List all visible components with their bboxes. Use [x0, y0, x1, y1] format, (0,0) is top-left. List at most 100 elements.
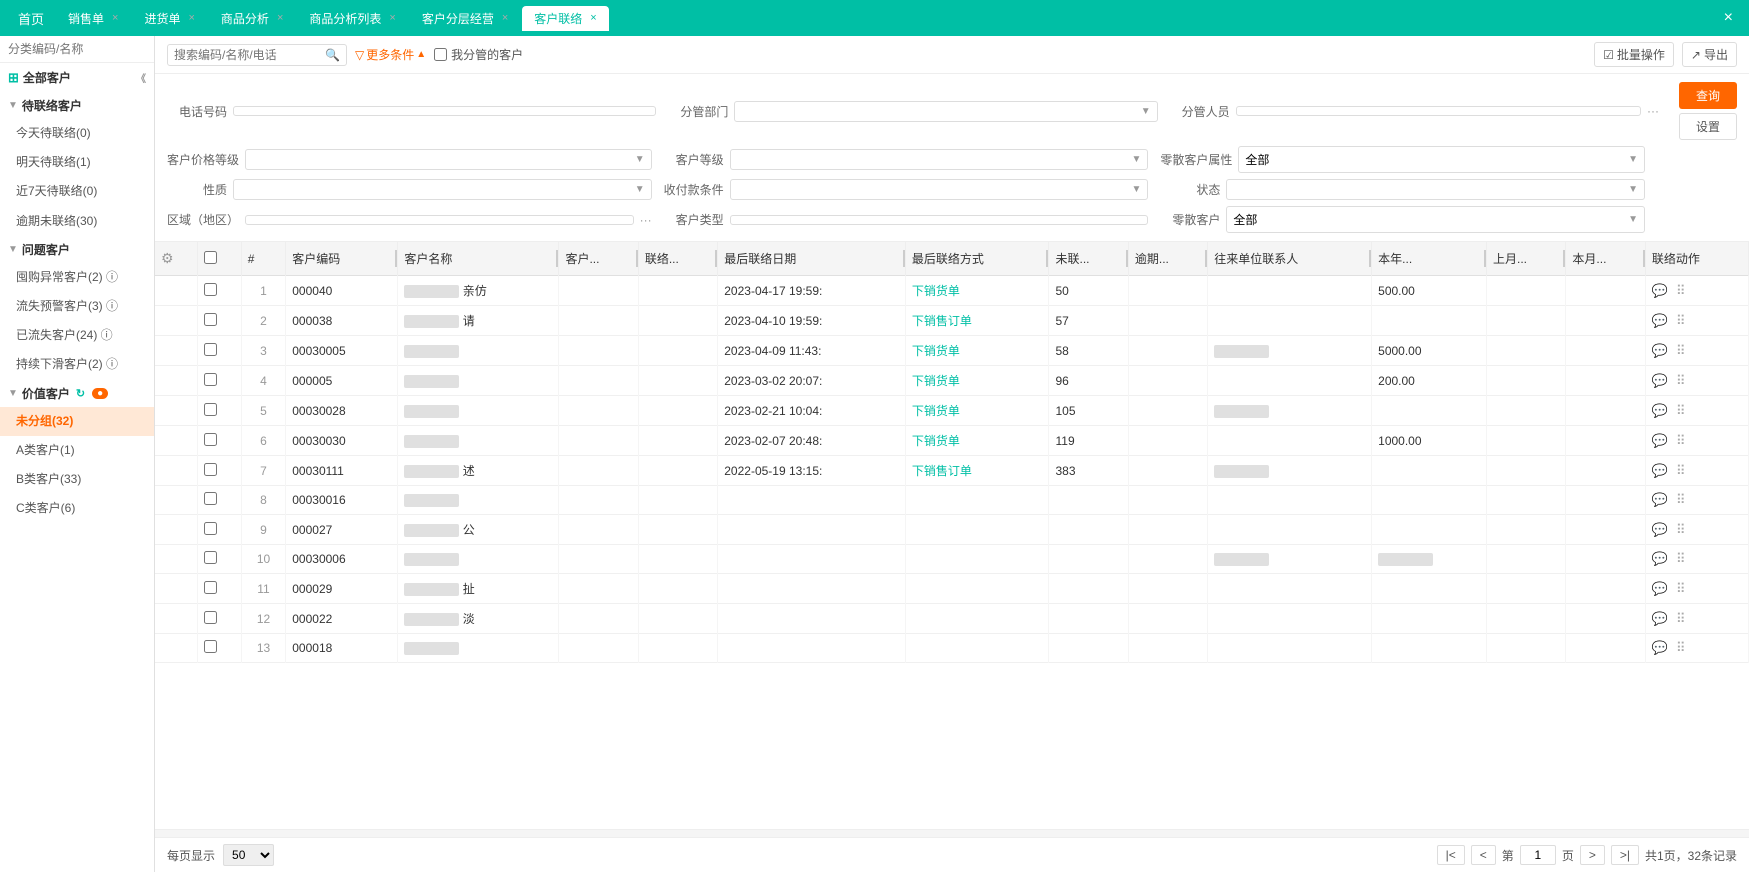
row-last-method[interactable]: 下销货单: [905, 426, 1049, 456]
scattered-select[interactable]: 全部▼: [1226, 206, 1645, 233]
window-close-button[interactable]: ×: [1716, 7, 1741, 29]
row-name[interactable]: [398, 545, 559, 574]
col-overdue[interactable]: 逾期...: [1128, 242, 1207, 276]
chat-icon[interactable]: 💬: [1652, 283, 1668, 299]
nav-tab-contact[interactable]: 客户联络 ×: [522, 6, 608, 31]
customer-level-select[interactable]: ▼: [730, 149, 1149, 170]
phone-input[interactable]: [233, 106, 656, 116]
row-checkbox[interactable]: [204, 343, 217, 356]
row-name[interactable]: [398, 486, 559, 515]
row-check[interactable]: [197, 336, 241, 366]
nav-tab-crm[interactable]: 客户分层经营 ×: [410, 6, 520, 31]
row-checkbox[interactable]: [204, 313, 217, 326]
row-checkbox[interactable]: [204, 640, 217, 653]
more-action-icon[interactable]: ⠿: [1676, 463, 1686, 479]
row-last-method[interactable]: [905, 515, 1049, 545]
per-page-select[interactable]: 50 100: [223, 844, 274, 866]
sidebar-item-abnormal[interactable]: 囤购异常客户(2) ⓘ: [0, 263, 154, 292]
col-this-year[interactable]: 本年...: [1372, 242, 1487, 276]
sidebar-item-ungrouped[interactable]: 未分组(32): [0, 407, 154, 436]
dept-select[interactable]: ▼: [734, 101, 1157, 122]
nav-tab-analysis-list[interactable]: 商品分析列表 ×: [297, 6, 407, 31]
chat-icon[interactable]: 💬: [1652, 373, 1668, 389]
sidebar-item-declining[interactable]: 持续下滑客户(2) ⓘ: [0, 350, 154, 379]
row-check[interactable]: [197, 426, 241, 456]
row-name[interactable]: [398, 426, 559, 456]
row-checkbox[interactable]: [204, 403, 217, 416]
row-last-method[interactable]: [905, 604, 1049, 634]
filter-search-input[interactable]: [174, 48, 321, 62]
more-action-icon[interactable]: ⠿: [1676, 611, 1686, 627]
row-check[interactable]: [197, 486, 241, 515]
region-dots[interactable]: ···: [640, 213, 652, 227]
manager-dots[interactable]: ···: [1647, 104, 1659, 118]
nav-tab-contact-close[interactable]: ×: [590, 12, 596, 24]
row-checkbox[interactable]: [204, 581, 217, 594]
col-check[interactable]: [197, 242, 241, 276]
col-contact[interactable]: 联络...: [638, 242, 717, 276]
row-checkbox[interactable]: [204, 611, 217, 624]
sidebar-group-pending[interactable]: ▼ 待联络客户: [0, 92, 154, 119]
chat-icon[interactable]: 💬: [1652, 492, 1668, 508]
row-name[interactable]: [398, 336, 559, 366]
row-last-method[interactable]: [905, 486, 1049, 515]
row-check[interactable]: [197, 515, 241, 545]
filter-search-icon[interactable]: 🔍: [325, 48, 340, 62]
row-last-method[interactable]: 下销货单: [905, 366, 1049, 396]
chat-icon[interactable]: 💬: [1652, 551, 1668, 567]
price-level-select[interactable]: ▼: [245, 149, 652, 170]
nav-tab-analysis-close[interactable]: ×: [277, 12, 283, 24]
row-name[interactable]: 扯: [398, 574, 559, 604]
more-action-icon[interactable]: ⠿: [1676, 283, 1686, 299]
sidebar-item-7days[interactable]: 近7天待联络(0): [0, 177, 154, 206]
last-method-link[interactable]: 下销货单: [912, 344, 960, 358]
last-page-btn[interactable]: >|: [1611, 845, 1639, 865]
more-action-icon[interactable]: ⠿: [1676, 403, 1686, 419]
sidebar-item-class-b[interactable]: B类客户(33): [0, 465, 154, 494]
row-name[interactable]: [398, 634, 559, 663]
row-check[interactable]: [197, 456, 241, 486]
chat-icon[interactable]: 💬: [1652, 313, 1668, 329]
last-method-link[interactable]: 下销售订单: [912, 464, 972, 478]
first-page-btn[interactable]: |<: [1437, 845, 1465, 865]
sidebar-group-value[interactable]: ▼ 价值客户 ↻ ●: [0, 380, 154, 407]
col-last-date[interactable]: 最后联络日期: [718, 242, 906, 276]
chat-icon[interactable]: 💬: [1652, 640, 1668, 656]
col-uncontacted[interactable]: 未联...: [1049, 242, 1128, 276]
chat-icon[interactable]: 💬: [1652, 611, 1668, 627]
row-name[interactable]: 亲仿: [398, 276, 559, 306]
row-checkbox[interactable]: [204, 433, 217, 446]
page-number-input[interactable]: [1520, 845, 1556, 865]
more-action-icon[interactable]: ⠿: [1676, 343, 1686, 359]
row-check[interactable]: [197, 276, 241, 306]
more-action-icon[interactable]: ⠿: [1676, 640, 1686, 656]
chat-icon[interactable]: 💬: [1652, 581, 1668, 597]
row-check[interactable]: [197, 604, 241, 634]
filter-search-box[interactable]: 🔍: [167, 44, 347, 66]
sidebar-item-today[interactable]: 今天待联络(0): [0, 119, 154, 148]
sidebar-item-tomorrow[interactable]: 明天待联络(1): [0, 148, 154, 177]
horizontal-scrollbar[interactable]: [155, 829, 1749, 837]
next-page-btn[interactable]: >: [1580, 845, 1605, 865]
row-check[interactable]: [197, 545, 241, 574]
chat-icon[interactable]: 💬: [1652, 403, 1668, 419]
nav-tab-analysis[interactable]: 商品分析 ×: [209, 6, 295, 31]
sidebar-item-class-c[interactable]: C类客户(6): [0, 494, 154, 523]
row-check[interactable]: [197, 396, 241, 426]
chat-icon[interactable]: 💬: [1652, 433, 1668, 449]
row-checkbox[interactable]: [204, 522, 217, 535]
last-method-link[interactable]: 下销货单: [912, 374, 960, 388]
row-last-method[interactable]: 下销售订单: [905, 456, 1049, 486]
all-customers-header[interactable]: ⊞ 全部客户 《: [0, 63, 154, 92]
batch-ops-btn[interactable]: ☑ 批量操作: [1594, 42, 1674, 67]
row-checkbox[interactable]: [204, 551, 217, 564]
chat-icon[interactable]: 💬: [1652, 343, 1668, 359]
manager-input[interactable]: [1236, 106, 1641, 116]
row-last-method[interactable]: [905, 574, 1049, 604]
row-checkbox[interactable]: [204, 492, 217, 505]
row-name[interactable]: 请: [398, 306, 559, 336]
row-last-method[interactable]: 下销货单: [905, 336, 1049, 366]
nav-tab-crm-close[interactable]: ×: [502, 12, 508, 24]
col-code[interactable]: 客户编码: [286, 242, 398, 276]
row-last-method[interactable]: [905, 545, 1049, 574]
